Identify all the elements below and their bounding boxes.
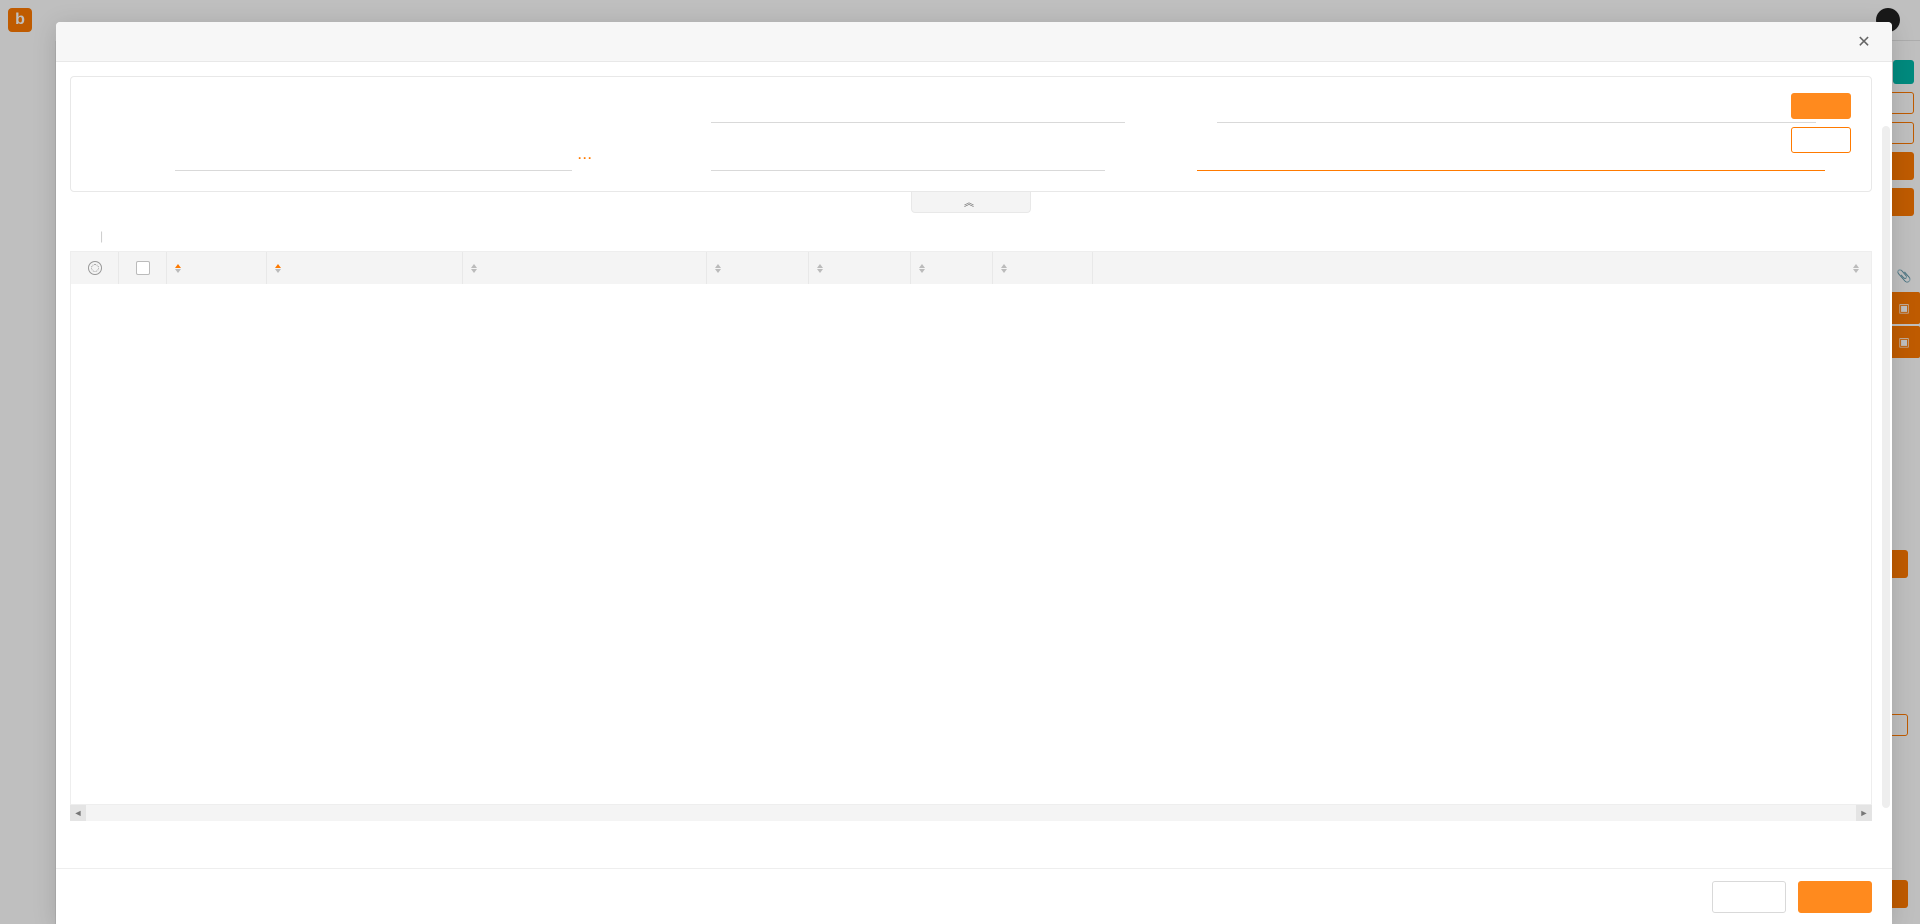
- query-button[interactable]: [1791, 93, 1851, 119]
- scroll-track[interactable]: [86, 805, 1856, 821]
- horizontal-scrollbar[interactable]: ◄ ►: [70, 805, 1872, 821]
- chevron-up-icon: ︽: [964, 194, 974, 209]
- feename-input[interactable]: [1217, 97, 1816, 123]
- column-partner[interactable]: [463, 252, 707, 284]
- cancel-button[interactable]: [1712, 881, 1786, 913]
- column-settings[interactable]: [71, 252, 119, 284]
- column-biz[interactable]: [809, 252, 911, 284]
- gear-icon: [88, 261, 102, 275]
- filter-note-detail: [615, 145, 1105, 171]
- close-icon[interactable]: ✕: [1852, 30, 1876, 54]
- filter-date-label: [99, 97, 165, 101]
- modal-header: ✕: [56, 22, 1892, 62]
- grid-header: [71, 252, 1871, 284]
- collapse-conditions-button[interactable]: ︽: [911, 191, 1031, 213]
- column-date[interactable]: [167, 252, 267, 284]
- grid-body-empty: [71, 284, 1871, 804]
- filter-docno-label: [635, 97, 701, 101]
- column-note[interactable]: [1093, 252, 1871, 284]
- vertical-scrollbar[interactable]: [1882, 126, 1890, 808]
- column-dept[interactable]: [707, 252, 809, 284]
- filter-panel: ··· ···: [70, 76, 1872, 192]
- filter-partner-label: [99, 145, 165, 149]
- filter-date: [99, 97, 619, 123]
- filter-note-detail-label: [615, 145, 701, 149]
- data-grid: [70, 251, 1872, 805]
- ok-button[interactable]: [1798, 881, 1872, 913]
- modal-select-fee-bill: ✕: [56, 22, 1892, 924]
- modal-footer: [56, 868, 1892, 924]
- separator: |: [100, 229, 103, 243]
- filter-docno: [635, 97, 1125, 123]
- column-amount[interactable]: [993, 252, 1093, 284]
- settings-button[interactable]: [1791, 127, 1851, 153]
- partner-more-icon[interactable]: ···: [572, 151, 599, 165]
- docno-input[interactable]: [711, 97, 1125, 123]
- grid-summary: |: [72, 229, 1872, 243]
- note-input[interactable]: [1197, 145, 1825, 171]
- scroll-left-icon[interactable]: ◄: [70, 805, 86, 821]
- scroll-right-icon[interactable]: ►: [1856, 805, 1872, 821]
- partner-input[interactable]: [175, 145, 572, 171]
- filter-feename: ···: [1141, 97, 1843, 123]
- filter-note: [1121, 145, 1843, 171]
- filter-actions: [1791, 93, 1851, 153]
- column-fee[interactable]: [911, 252, 993, 284]
- modal-body: ··· ···: [56, 62, 1892, 868]
- column-select-all[interactable]: [119, 252, 167, 284]
- filter-partner: ···: [99, 145, 599, 171]
- filter-note-label: [1121, 145, 1187, 149]
- note-detail-input[interactable]: [711, 145, 1105, 171]
- filter-feename-label: [1141, 97, 1207, 101]
- checkbox-icon: [136, 261, 150, 275]
- column-docno[interactable]: [267, 252, 463, 284]
